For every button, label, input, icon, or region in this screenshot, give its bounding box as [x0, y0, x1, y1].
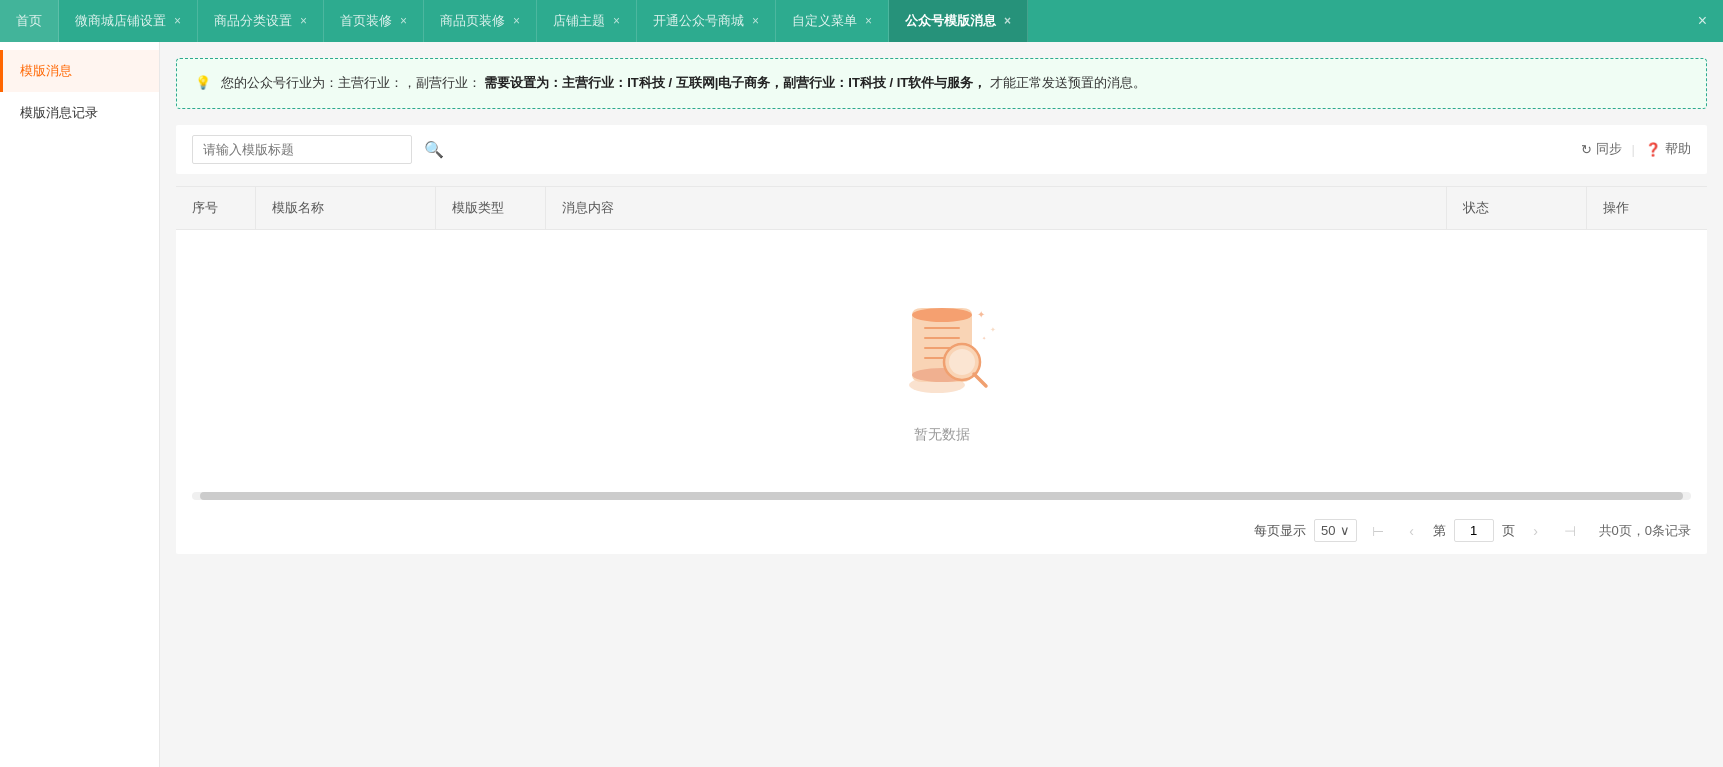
horizontal-scrollbar[interactable] [192, 492, 1691, 500]
page-label: 第 [1433, 522, 1446, 540]
empty-state: ✦ ✦ ✦ 暂无数据 [176, 230, 1707, 484]
page-size-label: 每页显示 [1254, 522, 1306, 540]
th-index: 序号 [176, 187, 256, 229]
last-page-button[interactable]: ⊣ [1557, 518, 1583, 544]
content-area: 💡 您的公众号行业为：主营行业：，副营行业： 需要设置为：主营行业：IT科技 /… [160, 42, 1723, 767]
sidebar-item-template-msg-record[interactable]: 模版消息记录 [0, 92, 159, 134]
chevron-down-icon: ∨ [1340, 523, 1350, 538]
notice-box: 💡 您的公众号行业为：主营行业：，副营行业： 需要设置为：主营行业：IT科技 /… [176, 58, 1707, 109]
page-unit: 页 [1502, 522, 1515, 540]
search-right: ↻ 同步 | ❓ 帮助 [1581, 140, 1691, 158]
tab-close-wshop-setting[interactable]: × [174, 15, 181, 27]
tab-home-decor[interactable]: 首页装修× [324, 0, 424, 42]
tab-product-decor[interactable]: 商品页装修× [424, 0, 537, 42]
scrollbar-thumb [200, 492, 1683, 500]
tab-close-product-category[interactable]: × [300, 15, 307, 27]
th-type: 模版类型 [436, 187, 546, 229]
svg-text:✦: ✦ [977, 309, 985, 320]
divider: | [1632, 142, 1635, 157]
help-button[interactable]: ❓ 帮助 [1645, 140, 1691, 158]
tab-close-custom-menu[interactable]: × [865, 15, 872, 27]
svg-point-8 [949, 349, 975, 375]
th-content: 消息内容 [546, 187, 1447, 229]
svg-text:✦: ✦ [982, 335, 986, 341]
tab-shop-theme[interactable]: 店铺主题× [537, 0, 637, 42]
notice-suffix: 才能正常发送预置的消息。 [990, 75, 1146, 90]
tab-open-wechat-mall[interactable]: 开通公众号商城× [637, 0, 776, 42]
notice-highlight: 需要设置为：主营行业：IT科技 / 互联网|电子商务，副营行业：IT科技 / I… [484, 75, 986, 90]
tab-bar: 首页微商城店铺设置×商品分类设置×首页装修×商品页装修×店铺主题×开通公众号商城… [0, 0, 1723, 42]
table-header: 序号模版名称模版类型消息内容状态操作 [176, 186, 1707, 230]
svg-line-9 [974, 374, 986, 386]
th-status: 状态 [1447, 187, 1587, 229]
sync-icon: ↻ [1581, 142, 1592, 157]
th-action: 操作 [1587, 187, 1707, 229]
notice-prefix: 您的公众号行业为：主营行业：，副营行业： [221, 75, 481, 90]
sync-label: 同步 [1596, 140, 1622, 158]
sidebar: 模版消息模版消息记录 [0, 42, 160, 767]
svg-point-1 [912, 308, 972, 322]
tab-close-open-wechat-mall[interactable]: × [752, 15, 759, 27]
tab-bar-close-btn[interactable]: × [1682, 12, 1723, 30]
help-icon: ❓ [1645, 142, 1661, 157]
empty-text: 暂无数据 [914, 426, 970, 444]
search-bar: 🔍 ↻ 同步 | ❓ 帮助 [176, 125, 1707, 174]
page-size-select[interactable]: 50 ∨ [1314, 519, 1356, 542]
tab-close-home-decor[interactable]: × [400, 15, 407, 27]
first-page-button[interactable]: ⊢ [1365, 518, 1391, 544]
table-container: 序号模版名称模版类型消息内容状态操作 [176, 186, 1707, 554]
tab-home[interactable]: 首页 [0, 0, 59, 42]
sync-button[interactable]: ↻ 同步 [1581, 140, 1622, 158]
sidebar-item-template-msg[interactable]: 模版消息 [0, 50, 159, 92]
tab-custom-menu[interactable]: 自定义菜单× [776, 0, 889, 42]
tab-product-category[interactable]: 商品分类设置× [198, 0, 324, 42]
tab-template-msg[interactable]: 公众号模版消息× [889, 0, 1028, 42]
page-size-value: 50 [1321, 523, 1335, 538]
tab-close-product-decor[interactable]: × [513, 15, 520, 27]
pagination: 每页显示 50 ∨ ⊢ ‹ 第 页 › ⊣ 共0页，0条记录 [176, 508, 1707, 554]
search-left: 🔍 [192, 135, 448, 164]
help-label: 帮助 [1665, 140, 1691, 158]
empty-illustration: ✦ ✦ ✦ [882, 290, 1002, 410]
main-layout: 模版消息模版消息记录 💡 您的公众号行业为：主营行业：，副营行业： 需要设置为：… [0, 42, 1723, 767]
search-input[interactable] [192, 135, 412, 164]
th-name: 模版名称 [256, 187, 436, 229]
prev-page-button[interactable]: ‹ [1399, 518, 1425, 544]
current-page-input[interactable] [1454, 519, 1494, 542]
tab-close-shop-theme[interactable]: × [613, 15, 620, 27]
tab-wshop-setting[interactable]: 微商城店铺设置× [59, 0, 198, 42]
notice-icon: 💡 [195, 75, 211, 90]
total-info: 共0页，0条记录 [1599, 522, 1691, 540]
svg-text:✦: ✦ [990, 326, 996, 333]
search-button[interactable]: 🔍 [420, 136, 448, 163]
tab-close-template-msg[interactable]: × [1004, 15, 1011, 27]
next-page-button[interactable]: › [1523, 518, 1549, 544]
